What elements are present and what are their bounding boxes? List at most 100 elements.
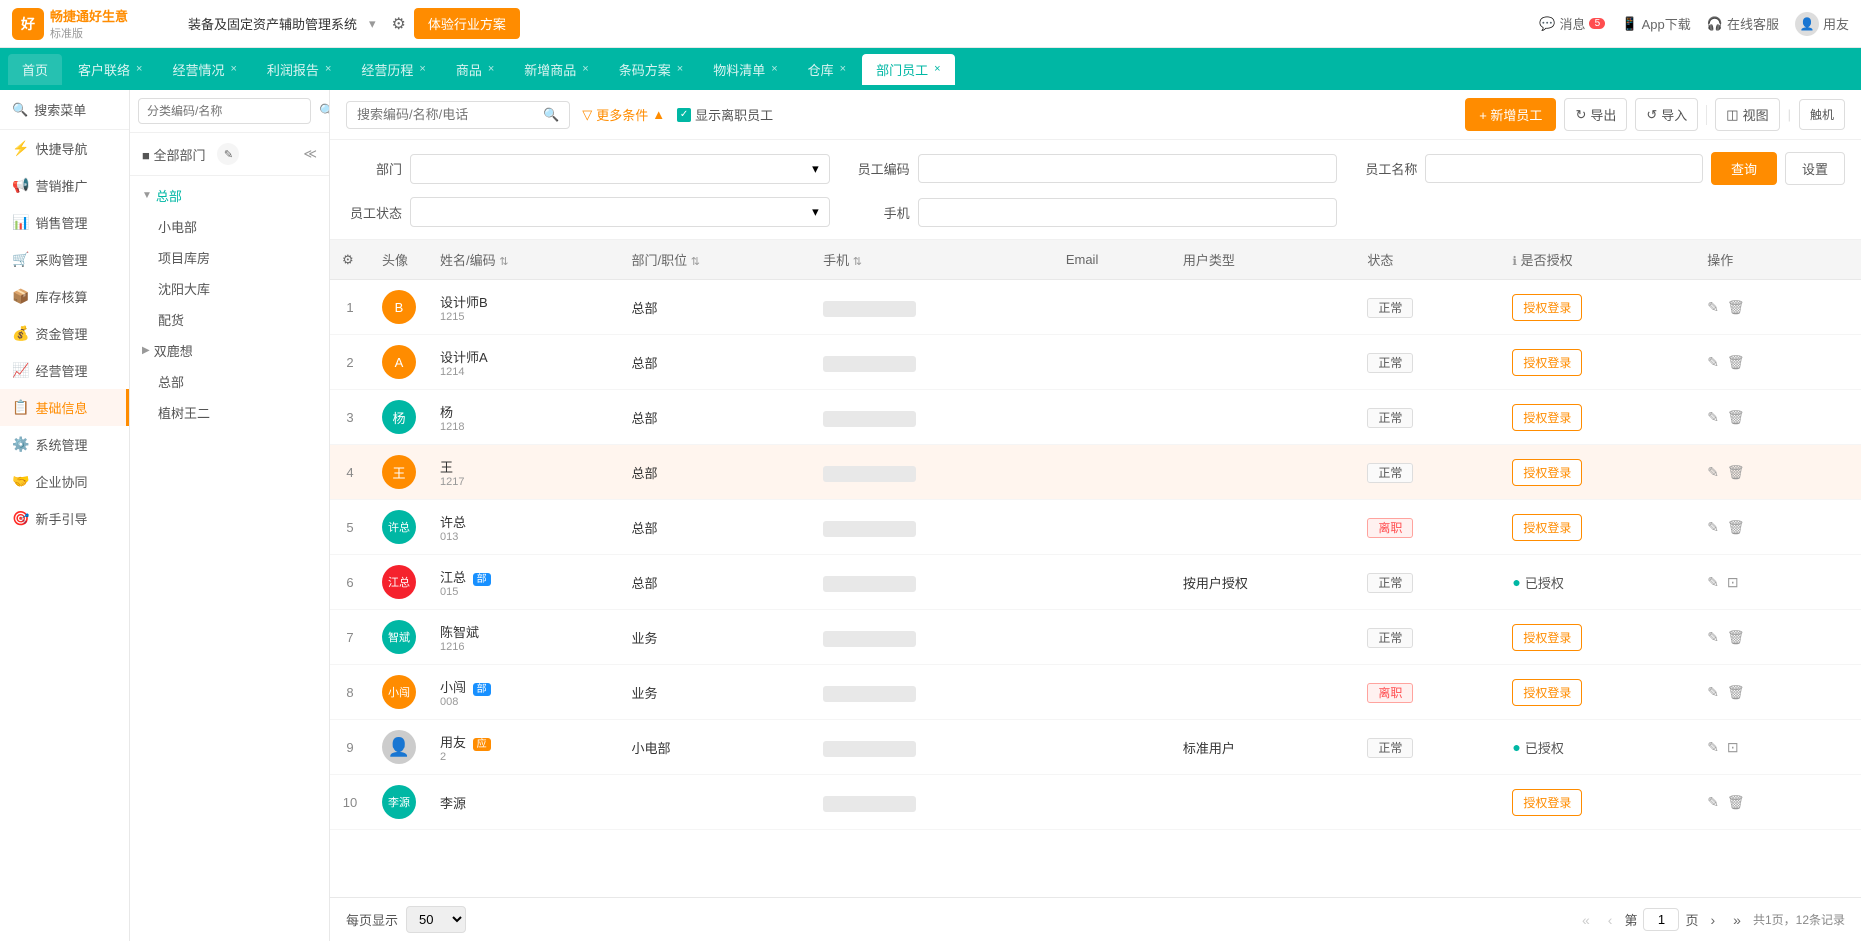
sidebar-item-basic[interactable]: 📋 基础信息 [0, 389, 129, 426]
delete-icon[interactable]: 🗑 [1727, 684, 1745, 701]
edit-icon[interactable]: ✎ [1707, 574, 1719, 591]
last-page-btn[interactable]: » [1727, 909, 1747, 931]
export-btn[interactable]: ↻ 导出 [1564, 98, 1627, 131]
prev-page-btn[interactable]: ‹ [1602, 909, 1619, 931]
col-dept[interactable]: 部门/职位 ⇅ [620, 240, 812, 280]
dept-node-distribution[interactable]: 配货 [130, 304, 329, 335]
dept-node-planting[interactable]: 植树王二 [130, 397, 329, 428]
sidebar-item-quicknav[interactable]: ⚡ 快捷导航 [0, 130, 129, 167]
tab-home[interactable]: 首页 [8, 54, 62, 85]
app-download-btn[interactable]: 📱 App下载 [1621, 14, 1690, 33]
search-input[interactable] [357, 107, 537, 122]
row-auth[interactable]: 授权登录 [1500, 500, 1695, 555]
edit-icon[interactable]: ✎ [1707, 739, 1719, 756]
edit-icon[interactable]: ✎ [1707, 299, 1719, 316]
import-btn[interactable]: ↺ 导入 [1635, 98, 1698, 131]
auth-btn[interactable]: 授权登录 [1512, 459, 1582, 486]
dept-node-shuanglu[interactable]: ▶ 双鹿想 [130, 335, 329, 366]
resigned-checkbox[interactable]: ✓ [677, 108, 691, 122]
filter-empname-input[interactable] [1425, 154, 1703, 183]
dept-edit-btn[interactable]: ✎ [217, 143, 239, 165]
dept-search-input[interactable] [138, 98, 311, 124]
online-service-btn[interactable]: 🎧 在线客服 [1707, 14, 1779, 33]
col-phone[interactable]: 手机 ⇅ [811, 240, 1054, 280]
row-auth[interactable]: 授权登录 [1500, 335, 1695, 390]
delete-icon[interactable]: 🗑 [1727, 354, 1745, 371]
dept-node-general[interactable]: ▼ 总部 [130, 180, 329, 211]
trial-button[interactable]: 体验行业方案 [414, 8, 520, 39]
edit-icon[interactable]: ✎ [1707, 519, 1719, 536]
add-employee-btn[interactable]: + 新增员工 [1465, 98, 1556, 131]
first-page-btn[interactable]: « [1576, 909, 1596, 931]
page-input[interactable] [1643, 908, 1679, 931]
auth-btn[interactable]: 授权登录 [1512, 624, 1582, 651]
row-auth[interactable]: 授权登录 [1500, 775, 1695, 830]
edit-icon[interactable]: ✎ [1707, 354, 1719, 371]
delete-icon[interactable]: 🗑 [1727, 629, 1745, 646]
row-auth[interactable]: 授权登录 [1500, 280, 1695, 335]
filter-set-btn[interactable]: 设置 [1785, 152, 1845, 185]
more-filter-btn[interactable]: ▽ 更多条件 ▲ [582, 105, 665, 124]
sidebar-item-management[interactable]: 📈 经营管理 [0, 352, 129, 389]
search-submit-icon[interactable]: 🔍 [543, 107, 559, 123]
dept-node-hq[interactable]: 总部 [130, 366, 329, 397]
tab-customer[interactable]: 客户联络 × [64, 54, 156, 85]
delete-icon[interactable]: 🗑 [1727, 519, 1745, 536]
copy-icon[interactable]: ⊡ [1727, 574, 1739, 591]
sidebar-item-system[interactable]: ⚙️ 系统管理 [0, 426, 129, 463]
view-btn[interactable]: ◫ 视图 [1715, 98, 1779, 131]
sidebar-item-inventory[interactable]: 📦 库存核算 [0, 278, 129, 315]
delete-icon[interactable]: 🗑 [1727, 299, 1745, 316]
more-btn[interactable]: 触机 [1799, 99, 1845, 130]
auth-btn[interactable]: 授权登录 [1512, 514, 1582, 541]
tab-history[interactable]: 经营历程 × [347, 54, 439, 85]
sidebar-item-marketing[interactable]: 📢 营销推广 [0, 167, 129, 204]
user-btn[interactable]: 👤 用友 [1795, 12, 1849, 36]
row-auth[interactable]: 授权登录 [1500, 665, 1695, 720]
dept-search-icon[interactable]: 🔍 [319, 103, 330, 119]
tab-warehouse[interactable]: 仓库 × [794, 54, 860, 85]
auth-btn[interactable]: 授权登录 [1512, 679, 1582, 706]
dept-collapse-btn[interactable]: ≪ [303, 146, 317, 162]
sidebar-item-collab[interactable]: 🤝 企业协同 [0, 463, 129, 500]
sidebar-item-sales[interactable]: 📊 销售管理 [0, 204, 129, 241]
edit-icon[interactable]: ✎ [1707, 464, 1719, 481]
dept-node-shenyang[interactable]: 沈阳大库 [130, 273, 329, 304]
tab-profit[interactable]: 利润报告 × [253, 54, 345, 85]
sidebar-item-purchase[interactable]: 🛒 采购管理 [0, 241, 129, 278]
delete-icon[interactable]: 🗑 [1727, 409, 1745, 426]
delete-icon[interactable]: 🗑 [1727, 464, 1745, 481]
row-auth[interactable]: 授权登录 [1500, 390, 1695, 445]
auth-btn[interactable]: 授权登录 [1512, 349, 1582, 376]
dropdown-arrow[interactable]: ▾ [369, 16, 376, 32]
filter-search-btn[interactable]: 查询 [1711, 152, 1777, 185]
row-auth[interactable]: 授权登录 [1500, 445, 1695, 500]
edit-icon[interactable]: ✎ [1707, 629, 1719, 646]
edit-icon[interactable]: ✎ [1707, 409, 1719, 426]
next-page-btn[interactable]: › [1705, 909, 1722, 931]
show-resigned-toggle[interactable]: ✓ 显示离职员工 [677, 105, 773, 124]
message-btn[interactable]: 💬 消息 5 [1539, 14, 1605, 33]
edit-icon[interactable]: ✎ [1707, 794, 1719, 811]
auth-btn[interactable]: 授权登录 [1512, 404, 1582, 431]
auth-btn[interactable]: 授权登录 [1512, 789, 1582, 816]
tab-new-goods[interactable]: 新增商品 × [510, 54, 602, 85]
auth-btn[interactable]: 授权登录 [1512, 294, 1582, 321]
sidebar-search-menu[interactable]: 🔍 搜索菜单 [0, 90, 129, 130]
tab-goods[interactable]: 商品 × [442, 54, 508, 85]
dept-node-project[interactable]: 项目库房 [130, 242, 329, 273]
delete-icon[interactable]: 🗑 [1727, 794, 1745, 811]
col-settings[interactable]: ⚙ [330, 240, 370, 280]
tab-barcode[interactable]: 条码方案 × [605, 54, 697, 85]
filter-phone-input[interactable] [918, 198, 1338, 227]
tab-bom[interactable]: 物料清单 × [699, 54, 791, 85]
row-auth[interactable]: 授权登录 [1500, 610, 1695, 665]
tab-employee[interactable]: 部门员工 × [862, 54, 954, 85]
filter-status-select[interactable]: ▾ [410, 197, 830, 227]
filter-dept-select[interactable]: ▾ [410, 154, 830, 184]
dept-node-small-elec[interactable]: 小电部 [130, 211, 329, 242]
sidebar-item-finance[interactable]: 💰 资金管理 [0, 315, 129, 352]
copy-icon[interactable]: ⊡ [1727, 739, 1739, 756]
edit-icon[interactable]: ✎ [1707, 684, 1719, 701]
col-name[interactable]: 姓名/编码 ⇅ [428, 240, 620, 280]
